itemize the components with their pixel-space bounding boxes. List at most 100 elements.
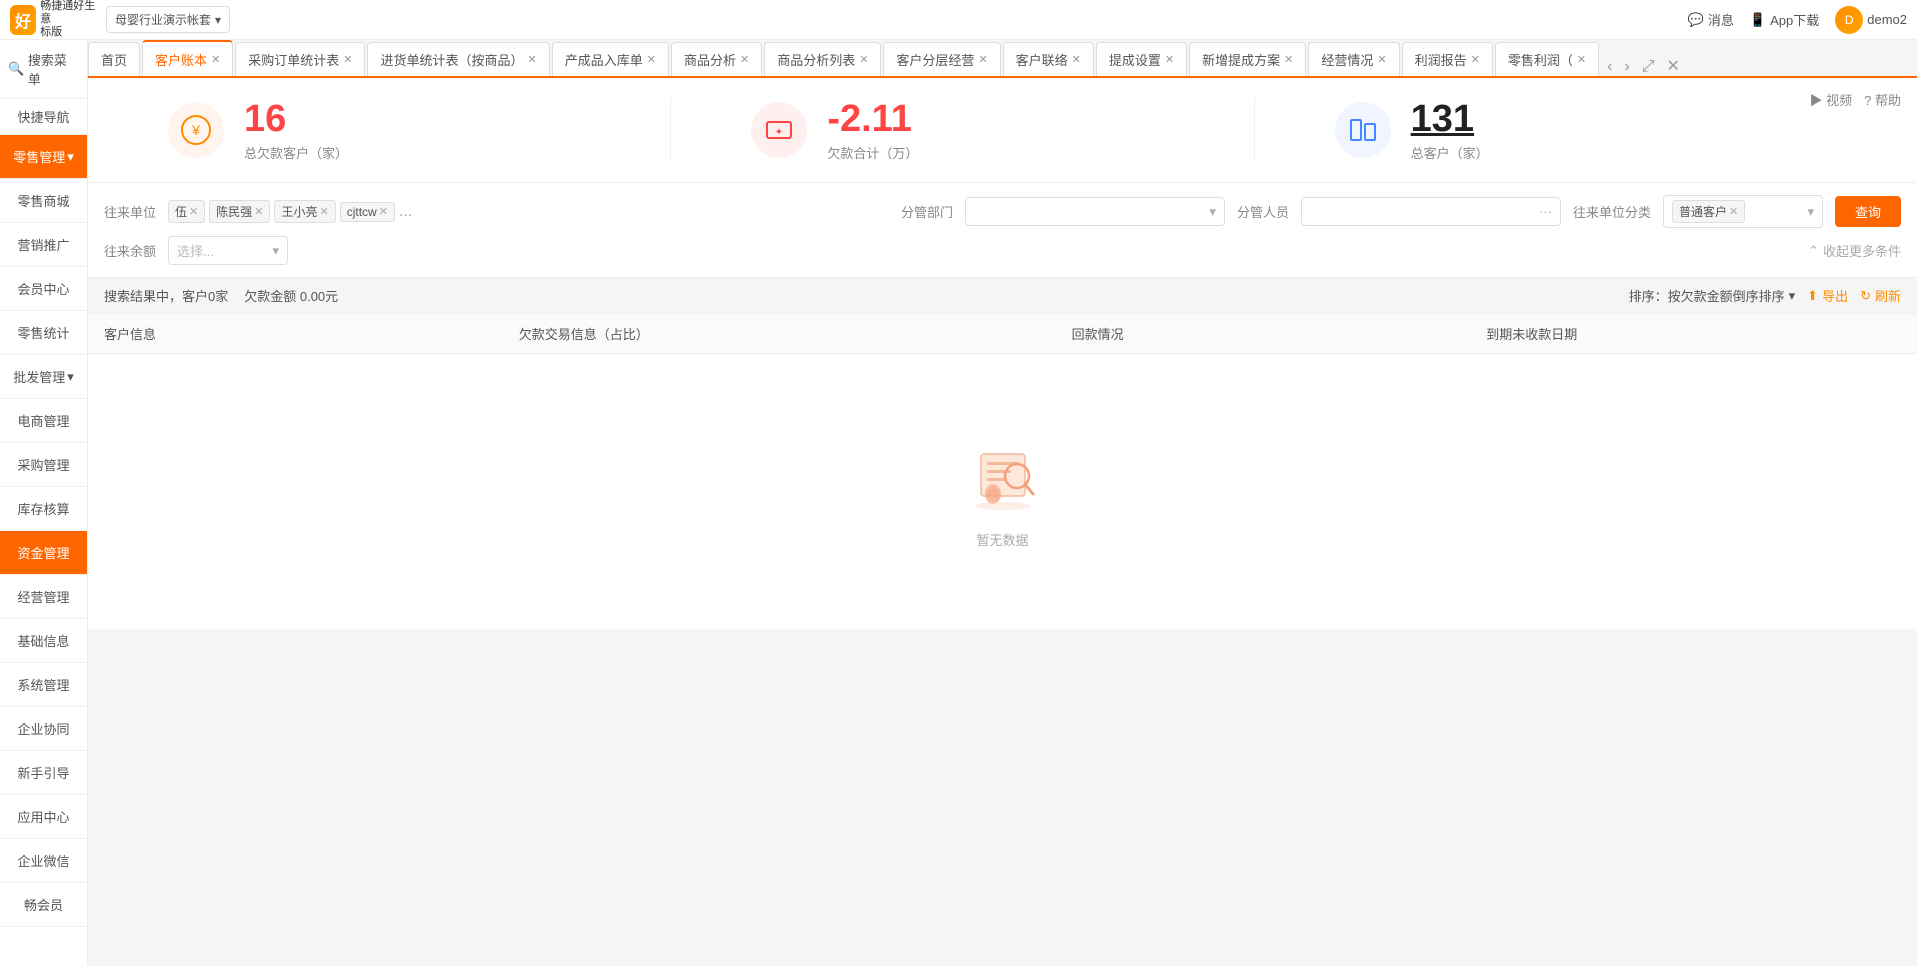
logo-area: 好 畅捷通好生意 标版 (10, 0, 98, 39)
sidebar-item-members[interactable]: 会员中心 (0, 267, 87, 311)
th-due-date: 到期未收款日期 (1486, 324, 1901, 343)
unit-type-label: 往来单位分类 (1573, 202, 1651, 221)
messages-btn[interactable]: 💬 消息 (1688, 10, 1734, 29)
sidebar-item-retail[interactable]: 零售管理 ▾ (0, 135, 87, 179)
tab-accounts[interactable]: 客户账本 ✕ (142, 40, 233, 76)
tag-close-wu[interactable]: ✕ (189, 205, 198, 218)
search-menu-btn[interactable]: 🔍 搜索菜单 (0, 40, 87, 99)
sort-chevron-icon: ▾ (1789, 288, 1796, 304)
download-icon: 📱 (1750, 12, 1766, 28)
tab-retail-profit[interactable]: 零售利润（ ✕ (1495, 42, 1599, 76)
filter-tag-wang[interactable]: 王小亮 ✕ (274, 200, 335, 223)
chevron-down-icon: ▾ (67, 149, 74, 165)
tab-close-purchase-stats[interactable]: ✕ (343, 53, 352, 66)
filter-tag-chen[interactable]: 陈民强 ✕ (209, 200, 270, 223)
tab-close-goods-analysis[interactable]: ✕ (740, 53, 749, 66)
bg-icon-debt (1174, 82, 1254, 178)
tab-new-improve[interactable]: 新增提成方案 ✕ (1189, 42, 1306, 76)
tab-maximize[interactable]: ⤢ (1636, 58, 1661, 76)
sidebar-item-wholesale[interactable]: 批发管理 ▾ (0, 355, 87, 399)
sidebar-item-vip[interactable]: 畅会员 (0, 883, 87, 927)
tab-close-inbound-stats[interactable]: ✕ (528, 53, 537, 66)
filter-tag-wu[interactable]: 伍 ✕ (168, 200, 205, 223)
result-right: 排序：按欠款金额倒序排序 ▾ ⬆ 导出 ↻ 刷新 (1629, 286, 1901, 305)
sidebar-item-ecommerce[interactable]: 电商管理 (0, 399, 87, 443)
sidebar-item-inventory[interactable]: 库存核算 (0, 487, 87, 531)
tab-improve-settings[interactable]: 提成设置 ✕ (1096, 42, 1187, 76)
export-btn[interactable]: ⬆ 导出 (1807, 286, 1848, 305)
quick-nav-btn[interactable]: 快捷导航 (0, 99, 87, 135)
collapse-btn[interactable]: ⌃ 收起更多条件 (1808, 241, 1901, 260)
tag-close-chen[interactable]: ✕ (254, 205, 263, 218)
edition-selector[interactable]: 母婴行业演示帐套 ▾ (106, 6, 230, 33)
debt-icon: ✦ (751, 102, 807, 158)
tag-close-cjttcw[interactable]: ✕ (379, 205, 388, 218)
sidebar-item-operations[interactable]: 经营管理 (0, 575, 87, 619)
sidebar-item-finance[interactable]: 资金管理 (0, 531, 87, 575)
person-select[interactable]: ··· (1301, 197, 1561, 226)
unit-label: 往来单位 (104, 202, 156, 221)
tab-close-customer-layer[interactable]: ✕ (978, 53, 987, 66)
dept-select[interactable]: ▾ (965, 197, 1225, 226)
refresh-btn[interactable]: ↻ 刷新 (1860, 286, 1901, 305)
sidebar-item-enterprise-wechat[interactable]: 企业微信 (0, 839, 87, 883)
help-btn[interactable]: ? 帮助 (1864, 90, 1901, 109)
filter-more-btn[interactable]: ... (399, 203, 412, 221)
tab-operations[interactable]: 经营情况 ✕ (1308, 42, 1399, 76)
sidebar-item-newbie[interactable]: 新手引导 (0, 751, 87, 795)
tab-scroll-left[interactable]: ‹ (1601, 58, 1618, 76)
tab-home[interactable]: 首页 (88, 42, 140, 76)
stat-debt-info: -2.11 欠款合计（万） (827, 98, 918, 162)
query-button[interactable]: 查询 (1835, 196, 1901, 227)
sidebar-item-app-center[interactable]: 应用中心 (0, 795, 87, 839)
sort-select[interactable]: 排序：按欠款金额倒序排序 ▾ (1629, 286, 1796, 305)
tab-customer-layer[interactable]: 客户分层经营 ✕ (883, 42, 1000, 76)
sidebar-item-retail-mall[interactable]: 零售商城 (0, 179, 87, 223)
sidebar-item-purchase[interactable]: 采购管理 (0, 443, 87, 487)
unit-type-tag-close[interactable]: ✕ (1729, 205, 1738, 218)
filter-tags-unit: 伍 ✕ 陈民强 ✕ 王小亮 ✕ cjttcw ✕ (168, 200, 889, 223)
filter-area: 往来单位 伍 ✕ 陈民强 ✕ 王小亮 ✕ (88, 183, 1917, 278)
sidebar-item-enterprise[interactable]: 企业协同 (0, 707, 87, 751)
chevron-up-icon: ⌃ (1808, 243, 1819, 259)
sidebar-item-basic-info[interactable]: 基础信息 (0, 619, 87, 663)
tab-close-improve-settings[interactable]: ✕ (1165, 53, 1174, 66)
tab-close-accounts[interactable]: ✕ (211, 53, 220, 66)
result-bar: 搜索结果中，客户0家 欠款金额 0.00元 排序：按欠款金额倒序排序 ▾ ⬆ 导… (88, 278, 1917, 314)
tab-close-new-improve[interactable]: ✕ (1284, 53, 1293, 66)
svg-text:¥: ¥ (191, 122, 200, 138)
filter-row-2: 往来余额 选择... ▾ ⌃ 收起更多条件 (104, 236, 1901, 265)
sidebar-item-marketing[interactable]: 营销推广 (0, 223, 87, 267)
tab-close-retail-profit[interactable]: ✕ (1577, 53, 1586, 66)
customers-icon: ¥ (168, 102, 224, 158)
tab-scroll-right[interactable]: › (1618, 58, 1635, 76)
total-icon (1335, 102, 1391, 158)
unit-type-select[interactable]: 普通客户 ✕ ▾ (1663, 195, 1823, 228)
tab-purchase-stats[interactable]: 采购订单统计表 ✕ (235, 42, 365, 76)
sidebar-item-retail-stats[interactable]: 零售统计 (0, 311, 87, 355)
help-icon: ? (1864, 93, 1871, 108)
empty-state: 暂无数据 (88, 354, 1917, 629)
app-download-btn[interactable]: 📱 App下载 (1750, 10, 1819, 29)
tab-profit-report[interactable]: 利润报告 ✕ (1402, 42, 1493, 76)
tab-close-customer-contact[interactable]: ✕ (1072, 53, 1081, 66)
tab-close-operations[interactable]: ✕ (1377, 53, 1386, 66)
tag-close-wang[interactable]: ✕ (320, 205, 329, 218)
tab-close-goods-analysis-list[interactable]: ✕ (859, 53, 868, 66)
unit-type-tag[interactable]: 普通客户 ✕ (1672, 200, 1745, 223)
dept-label: 分管部门 (901, 202, 953, 221)
sidebar-item-system[interactable]: 系统管理 (0, 663, 87, 707)
tab-inbound-stats[interactable]: 进货单统计表（按商品） ✕ (367, 42, 549, 76)
tab-close-profit-report[interactable]: ✕ (1471, 53, 1480, 66)
balance-select[interactable]: 选择... ▾ (168, 236, 288, 265)
tab-customer-contact[interactable]: 客户联络 ✕ (1003, 42, 1094, 76)
tab-close-produce-inbound[interactable]: ✕ (647, 53, 656, 66)
user-area[interactable]: D demo2 (1835, 6, 1907, 34)
tab-goods-analysis[interactable]: 商品分析 ✕ (671, 42, 762, 76)
stat-group-customers: ¥ 16 总欠款客户（家） ¥ (168, 98, 670, 162)
filter-tag-cjttcw[interactable]: cjttcw ✕ (340, 202, 395, 222)
tab-close-all[interactable]: ✕ (1661, 56, 1686, 76)
result-text: 搜索结果中，客户0家 (104, 286, 228, 305)
tab-produce-inbound[interactable]: 产成品入库单 ✕ (552, 42, 669, 76)
tab-goods-analysis-list[interactable]: 商品分析列表 ✕ (764, 42, 881, 76)
